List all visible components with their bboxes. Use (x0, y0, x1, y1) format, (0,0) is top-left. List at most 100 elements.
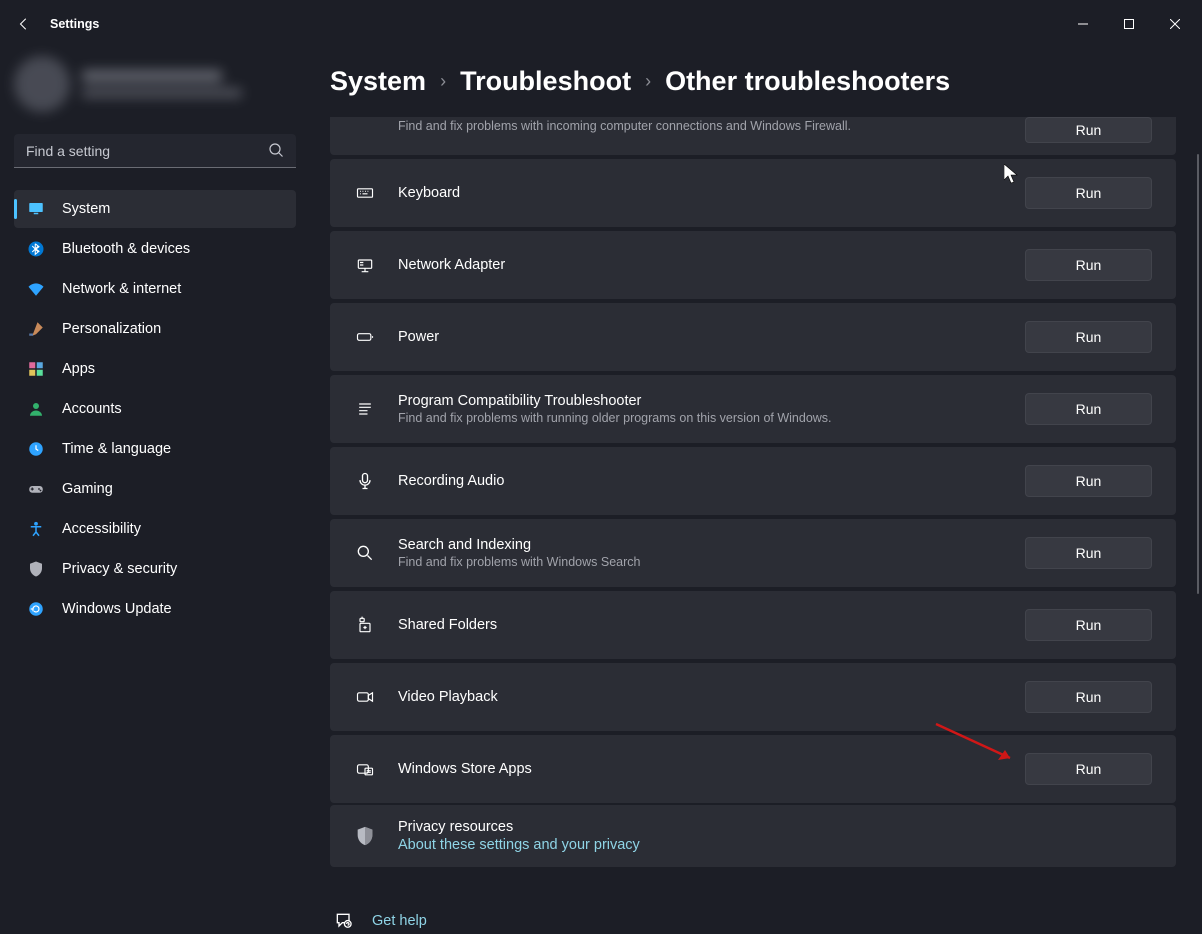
title-bar: Settings (0, 0, 1202, 48)
chevron-right-icon: › (645, 71, 651, 92)
sidebar-item-label: Apps (62, 361, 95, 377)
sidebar-item-accessibility[interactable]: Accessibility (14, 510, 296, 548)
troubleshooter-row-incoming-connections[interactable]: Find and fix problems with incoming comp… (330, 117, 1176, 155)
monitor-icon (26, 199, 46, 219)
privacy-link[interactable]: About these settings and your privacy (398, 837, 640, 853)
back-button[interactable] (4, 4, 44, 44)
run-button[interactable]: Run (1025, 753, 1152, 785)
troubleshooter-title: Shared Folders (398, 617, 1003, 633)
troubleshooter-title: Recording Audio (398, 473, 1003, 489)
sidebar-item-label: Personalization (62, 321, 161, 337)
window-title: Settings (50, 17, 99, 31)
video-icon (354, 686, 376, 708)
run-button[interactable]: Run (1025, 537, 1152, 569)
sidebar-item-label: Bluetooth & devices (62, 241, 190, 257)
breadcrumb-troubleshoot[interactable]: Troubleshoot (460, 66, 631, 97)
run-button[interactable]: Run (1025, 465, 1152, 497)
search-icon (354, 542, 376, 564)
sidebar-item-network-internet[interactable]: Network & internet (14, 270, 296, 308)
compat-icon (354, 398, 376, 420)
help-icon (334, 911, 354, 931)
shield-icon (354, 825, 376, 847)
troubleshooter-title: Network Adapter (398, 257, 1003, 273)
run-button[interactable]: Run (1025, 321, 1152, 353)
sidebar-item-windows-update[interactable]: Windows Update (14, 590, 296, 628)
run-button[interactable]: Run (1025, 681, 1152, 713)
sidebar-item-personalization[interactable]: Personalization (14, 310, 296, 348)
apps-icon (26, 359, 46, 379)
get-help-link[interactable]: Get help (372, 913, 427, 929)
power-icon (354, 326, 376, 348)
keyboard-icon (354, 182, 376, 204)
sidebar: System Bluetooth & devices Network & inter… (0, 48, 310, 934)
troubleshooter-desc: Find and fix problems with incoming comp… (398, 119, 1003, 133)
privacy-resources-row[interactable]: Privacy resources About these settings a… (330, 805, 1176, 867)
avatar (14, 56, 70, 112)
store-icon (354, 758, 376, 780)
troubleshooter-row-search-and-indexing[interactable]: Search and Indexing Find and fix problems… (330, 519, 1176, 587)
troubleshooter-list: Find and fix problems with incoming comp… (330, 117, 1176, 803)
sidebar-item-gaming[interactable]: Gaming (14, 470, 296, 508)
sidebar-item-privacy-security[interactable]: Privacy & security (14, 550, 296, 588)
run-button[interactable]: Run (1025, 249, 1152, 281)
gamepad-icon (26, 479, 46, 499)
troubleshooter-row-shared-folders[interactable]: Shared Folders Run (330, 591, 1176, 659)
update-icon (26, 599, 46, 619)
troubleshooter-row-keyboard[interactable]: Keyboard Run (330, 159, 1176, 227)
sidebar-item-accounts[interactable]: Accounts (14, 390, 296, 428)
sidebar-item-label: Privacy & security (62, 561, 177, 577)
get-help-row: Get help (330, 911, 1202, 931)
sidebar-item-label: Accessibility (62, 521, 141, 537)
access-icon (26, 519, 46, 539)
privacy-title: Privacy resources (398, 819, 640, 835)
sidebar-item-time-language[interactable]: Time & language (14, 430, 296, 468)
sidebar-item-system[interactable]: System (14, 190, 296, 228)
sidebar-item-label: Time & language (62, 441, 171, 457)
run-button[interactable]: Run (1025, 393, 1152, 425)
nav-list: System Bluetooth & devices Network & inter… (14, 190, 296, 628)
search-icon (268, 142, 284, 163)
troubleshooter-title: Program Compatibility Troubleshooter (398, 393, 1003, 409)
troubleshooter-title: Power (398, 329, 1003, 345)
sidebar-item-label: Windows Update (62, 601, 172, 617)
breadcrumb: System › Troubleshoot › Other troublesho… (330, 66, 1202, 97)
search-wrap (14, 134, 296, 168)
person-icon (26, 399, 46, 419)
close-button[interactable] (1152, 8, 1198, 40)
shield-icon (26, 559, 46, 579)
main-content: System › Troubleshoot › Other troublesho… (310, 48, 1202, 934)
sidebar-item-bluetooth-devices[interactable]: Bluetooth & devices (14, 230, 296, 268)
troubleshooter-row-network-adapter[interactable]: Network Adapter Run (330, 231, 1176, 299)
run-button[interactable]: Run (1025, 177, 1152, 209)
run-button[interactable]: Run (1025, 117, 1152, 143)
troubleshooter-row-video-playback[interactable]: Video Playback Run (330, 663, 1176, 731)
troubleshooter-title: Video Playback (398, 689, 1003, 705)
troubleshooter-row-recording-audio[interactable]: Recording Audio Run (330, 447, 1176, 515)
troubleshooter-row-windows-store-apps[interactable]: Windows Store Apps Run (330, 735, 1176, 803)
troubleshooter-title: Keyboard (398, 185, 1003, 201)
troubleshooter-title: Search and Indexing (398, 537, 1003, 553)
mic-icon (354, 470, 376, 492)
sidebar-item-apps[interactable]: Apps (14, 350, 296, 388)
sidebar-item-label: Network & internet (62, 281, 181, 297)
sidebar-item-label: Accounts (62, 401, 122, 417)
folder-icon (354, 614, 376, 636)
brush-icon (26, 319, 46, 339)
troubleshooter-desc: Find and fix problems with Windows Searc… (398, 555, 1003, 569)
sidebar-item-label: System (62, 201, 110, 217)
breadcrumb-system[interactable]: System (330, 66, 426, 97)
netadapter-icon (354, 254, 376, 276)
account-block[interactable] (14, 56, 296, 112)
run-button[interactable]: Run (1025, 609, 1152, 641)
search-input[interactable] (14, 134, 296, 168)
troubleshooter-row-power[interactable]: Power Run (330, 303, 1176, 371)
minimize-button[interactable] (1060, 8, 1106, 40)
troubleshooter-title: Windows Store Apps (398, 761, 1003, 777)
sidebar-item-label: Gaming (62, 481, 113, 497)
troubleshooter-desc: Find and fix problems with running older… (398, 411, 1003, 425)
maximize-button[interactable] (1106, 8, 1152, 40)
scrollbar[interactable] (1197, 154, 1199, 594)
wifi-icon (26, 279, 46, 299)
bluetooth-icon (26, 239, 46, 259)
troubleshooter-row-program-compatibility-troubleshooter[interactable]: Program Compatibility Troubleshooter Find… (330, 375, 1176, 443)
